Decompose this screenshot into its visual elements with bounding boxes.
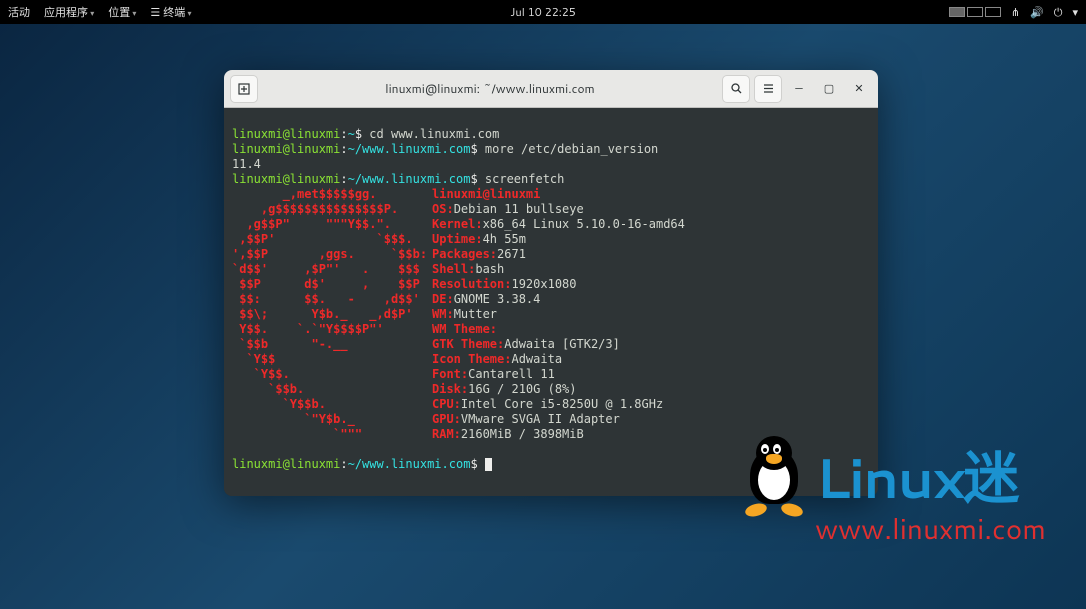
terminal-window: linuxmi@linuxmi: ~/www.linuxmi.com — ▢ ✕… — [224, 70, 878, 496]
new-tab-icon — [237, 82, 251, 96]
command-2: more /etc/debian_version — [485, 142, 658, 156]
new-tab-button[interactable] — [230, 75, 258, 103]
volume-icon[interactable]: 🔊 — [1030, 4, 1044, 20]
hamburger-icon — [762, 82, 775, 95]
window-title: linuxmi@linuxmi: ~/www.linuxmi.com — [262, 80, 718, 97]
watermark: Linux迷 www.linuxmi.com — [739, 434, 1046, 549]
prompt-user: linuxmi@linuxmi — [232, 127, 340, 141]
power-icon[interactable]: ⏻ — [1054, 4, 1063, 20]
search-button[interactable] — [722, 75, 750, 103]
network-icon[interactable]: ⋔ — [1011, 4, 1020, 20]
tux-logo-icon — [739, 436, 809, 516]
applications-menu[interactable]: 应用程序 — [44, 4, 94, 20]
clock[interactable]: Jul 10 22:25 — [510, 4, 575, 20]
workspace-1[interactable] — [949, 7, 965, 17]
window-titlebar[interactable]: linuxmi@linuxmi: ~/www.linuxmi.com — ▢ ✕ — [224, 70, 878, 108]
prompt-path: ~ — [348, 127, 355, 141]
activities-button[interactable]: 活动 — [8, 4, 30, 20]
command-3: screenfetch — [485, 172, 564, 186]
status-area[interactable]: ⋔ 🔊 ⏻ ▾ — [949, 4, 1078, 20]
dropdown-icon[interactable]: ▾ — [1072, 4, 1078, 20]
places-menu[interactable]: 位置 — [108, 4, 136, 20]
version-output: 11.4 — [232, 157, 261, 171]
workspace-2[interactable] — [967, 7, 983, 17]
gnome-topbar: 活动 应用程序 位置 ☰ 终端 Jul 10 22:25 ⋔ 🔊 ⏻ ▾ — [0, 0, 1086, 24]
screenfetch-output: _,met$$$$$gg. linuxmi@linuxmi ,g$$$$$$$$… — [232, 187, 870, 442]
cursor — [485, 458, 492, 471]
menu-button[interactable] — [754, 75, 782, 103]
minimize-button[interactable]: — — [786, 75, 812, 101]
maximize-button[interactable]: ▢ — [816, 75, 842, 101]
close-button[interactable]: ✕ — [846, 75, 872, 101]
terminal-app-menu[interactable]: ☰ 终端 — [150, 4, 191, 20]
watermark-url: www.linuxmi.com — [815, 509, 1046, 549]
workspace-3[interactable] — [985, 7, 1001, 17]
search-icon — [730, 82, 743, 95]
command-1: cd www.linuxmi.com — [369, 127, 499, 141]
watermark-brand: Linux迷 — [815, 434, 1017, 517]
workspace-switcher[interactable] — [949, 7, 1001, 17]
